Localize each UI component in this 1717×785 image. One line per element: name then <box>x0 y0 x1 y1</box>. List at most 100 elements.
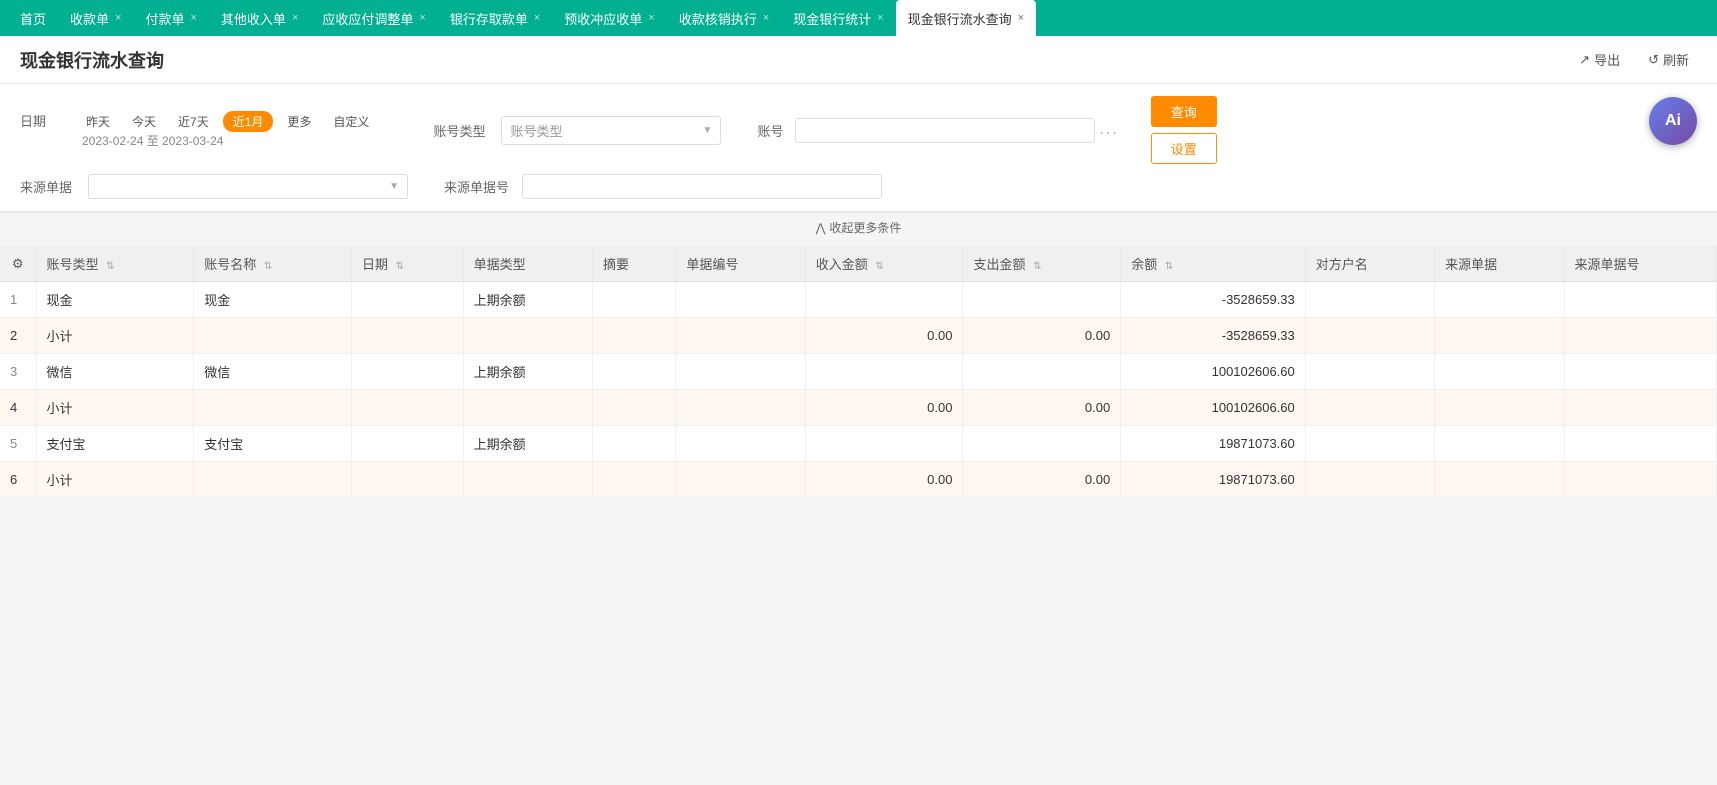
cell-source-doc <box>1435 390 1564 426</box>
cell-counterpart <box>1305 426 1434 462</box>
table-row: 3微信微信上期余额100102606.60 <box>0 354 1717 390</box>
collapse-label: 收起更多条件 <box>829 219 901 236</box>
account-input[interactable] <box>795 118 1095 143</box>
date-btn-7days[interactable]: 近7天 <box>170 111 217 132</box>
query-button[interactable]: 查询 <box>1151 96 1217 127</box>
cell-account-name: 现金 <box>194 282 352 318</box>
account-type-select[interactable]: 账号类型 ▼ <box>501 116 721 145</box>
cell-account-type: 微信 <box>36 354 194 390</box>
close-tab-0-icon[interactable]: × <box>115 12 121 24</box>
cell-counterpart <box>1305 354 1434 390</box>
sort-income-icon[interactable]: ⇅ <box>875 261 883 272</box>
cell-counterpart <box>1305 282 1434 318</box>
cell-account-type: 小计 <box>36 462 194 498</box>
cell-income <box>805 282 963 318</box>
col-summary: 摘要 <box>593 246 676 282</box>
sort-date-icon[interactable]: ⇅ <box>396 261 404 272</box>
col-expense: 支出金额 ⇅ <box>963 246 1121 282</box>
date-btn-1month[interactable]: 近1月 <box>223 111 274 132</box>
cell-summary <box>593 426 676 462</box>
cell-account-name <box>194 318 352 354</box>
col-doc-no: 单据编号 <box>676 246 805 282</box>
cell-account-type: 现金 <box>36 282 194 318</box>
collapse-bar[interactable]: ⋀ 收起更多条件 <box>0 212 1717 242</box>
cell-balance: 100102606.60 <box>1121 390 1306 426</box>
close-tab-5-icon[interactable]: × <box>648 12 654 24</box>
cell-num: 5 <box>0 426 36 462</box>
cell-expense <box>963 354 1121 390</box>
close-tab-1-icon[interactable]: × <box>190 12 196 24</box>
cell-source-doc-no <box>1564 282 1716 318</box>
cell-doc-type <box>463 390 592 426</box>
cell-balance: -3528659.33 <box>1121 318 1306 354</box>
page-header: 现金银行流水查询 ↗ 导出 ↺ 刷新 <box>0 36 1717 84</box>
col-account-type: 账号类型 ⇅ <box>36 246 194 282</box>
collapse-up-icon: ⋀ <box>816 221 826 235</box>
cell-doc-type: 上期余额 <box>463 282 592 318</box>
cell-balance: 19871073.60 <box>1121 462 1306 498</box>
cell-income <box>805 354 963 390</box>
table-row: 2小计0.000.00-3528659.33 <box>0 318 1717 354</box>
close-tab-4-icon[interactable]: × <box>534 12 540 24</box>
cell-account-type: 小计 <box>36 390 194 426</box>
close-tab-7-icon[interactable]: × <box>877 12 883 24</box>
nav-home[interactable]: 首页 <box>8 0 58 36</box>
cell-num: 4 <box>0 390 36 426</box>
settings-button[interactable]: 设置 <box>1151 133 1217 164</box>
export-button[interactable]: ↗ 导出 <box>1571 46 1628 73</box>
cell-income: 0.00 <box>805 318 963 354</box>
cell-source-doc <box>1435 282 1564 318</box>
cell-doc-no <box>676 426 805 462</box>
close-tab-8-icon[interactable]: × <box>1018 12 1024 24</box>
nav-tab-2[interactable]: 其他收入单 × <box>209 0 310 36</box>
sort-account-name-icon[interactable]: ⇅ <box>264 261 272 272</box>
ai-assistant-button[interactable]: Ai <box>1649 97 1697 145</box>
table-container: ⚙ 账号类型 ⇅ 账号名称 ⇅ 日期 ⇅ 单据类型 摘要 <box>0 246 1717 498</box>
source-doc-select-text <box>97 179 389 194</box>
source-doc-select[interactable]: ▼ <box>88 174 408 199</box>
nav-tab-0[interactable]: 收款单 × <box>58 0 133 36</box>
date-shortcuts: 昨天 今天 近7天 近1月 更多 自定义 <box>78 111 377 132</box>
cell-num: 1 <box>0 282 36 318</box>
date-btn-custom[interactable]: 自定义 <box>325 111 377 132</box>
cell-num: 2 <box>0 318 36 354</box>
date-btn-today[interactable]: 今天 <box>124 111 164 132</box>
cell-source-doc <box>1435 354 1564 390</box>
account-dots[interactable]: ... <box>1099 121 1118 139</box>
sort-balance-icon[interactable]: ⇅ <box>1165 261 1173 272</box>
cell-source-doc-no <box>1564 354 1716 390</box>
date-btn-more[interactable]: 更多 <box>279 111 319 132</box>
nav-tab-7[interactable]: 现金银行统计 × <box>781 0 895 36</box>
account-type-dropdown-icon: ▼ <box>703 125 713 136</box>
col-gear[interactable]: ⚙ <box>0 246 36 282</box>
source-doc-num-input[interactable] <box>522 174 882 199</box>
cell-doc-no <box>676 462 805 498</box>
cell-date <box>352 426 464 462</box>
cell-expense <box>963 426 1121 462</box>
cell-doc-type <box>463 318 592 354</box>
nav-tab-3[interactable]: 应收应付调整单 × <box>310 0 437 36</box>
close-tab-2-icon[interactable]: × <box>292 12 298 24</box>
cell-date <box>352 390 464 426</box>
date-filter-label: 日期 <box>20 111 70 130</box>
nav-tab-1[interactable]: 付款单 × <box>133 0 208 36</box>
col-counterpart: 对方户名 <box>1305 246 1434 282</box>
close-tab-6-icon[interactable]: × <box>763 12 769 24</box>
nav-tab-8[interactable]: 现金银行流水查询 × <box>896 0 1036 36</box>
sort-account-type-icon[interactable]: ⇅ <box>106 261 114 272</box>
cell-expense: 0.00 <box>963 318 1121 354</box>
cell-date <box>352 354 464 390</box>
nav-tab-5[interactable]: 预收冲应收单 × <box>552 0 666 36</box>
cell-source-doc <box>1435 426 1564 462</box>
cell-summary <box>593 282 676 318</box>
date-range-text: 2023-02-24 至 2023-03-24 <box>82 132 377 149</box>
col-doc-type: 单据类型 <box>463 246 592 282</box>
date-btn-yesterday[interactable]: 昨天 <box>78 111 118 132</box>
sort-expense-icon[interactable]: ⇅ <box>1033 261 1041 272</box>
close-tab-3-icon[interactable]: × <box>419 12 425 24</box>
cell-account-name: 微信 <box>194 354 352 390</box>
refresh-icon: ↺ <box>1648 52 1659 68</box>
nav-tab-4[interactable]: 银行存取款单 × <box>438 0 552 36</box>
nav-tab-6[interactable]: 收款核销执行 × <box>667 0 781 36</box>
refresh-button[interactable]: ↺ 刷新 <box>1640 46 1697 73</box>
